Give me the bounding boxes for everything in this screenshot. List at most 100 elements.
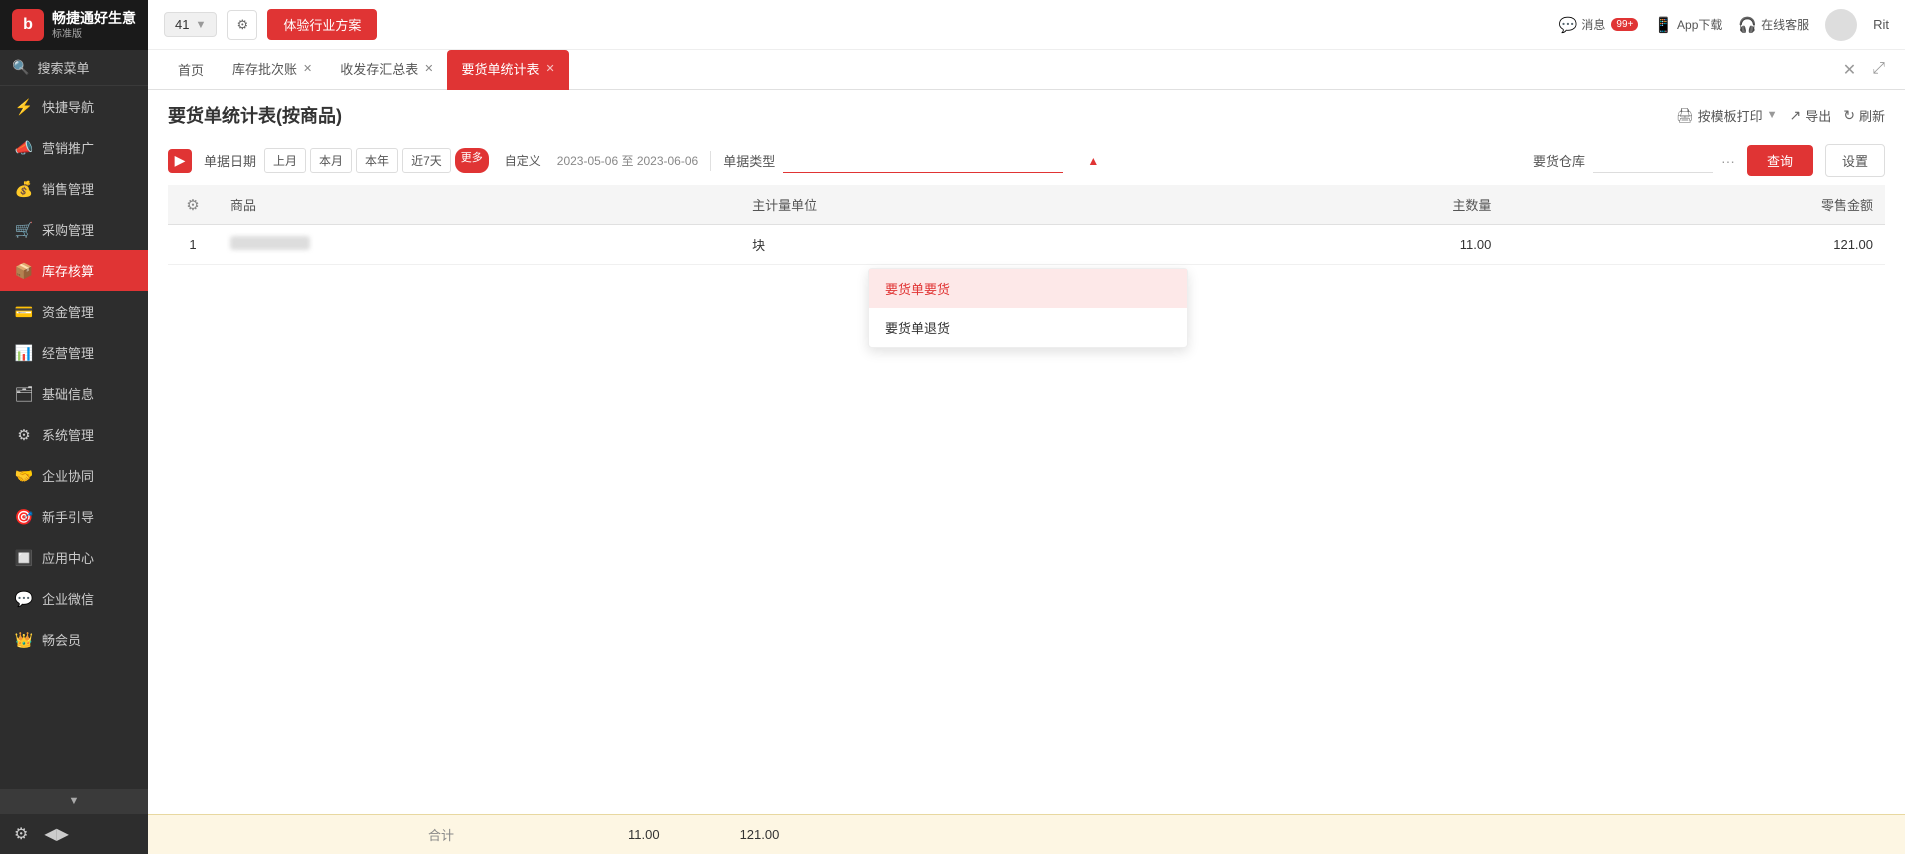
col-quantity: 主数量 (1187, 185, 1503, 225)
toggle-sidebar-icon[interactable]: ◀▶ (44, 824, 69, 844)
try-industry-button[interactable]: 体验行业方案 (267, 9, 377, 40)
sidebar-search[interactable]: 🔍 搜索菜单 (0, 50, 148, 86)
refresh-button[interactable]: ↻ 刷新 (1843, 106, 1885, 125)
close-all-tabs-icon[interactable]: ✕ (1839, 56, 1860, 84)
sidebar-item-quick[interactable]: ⚡ 快捷导航 (0, 86, 148, 127)
sidebar-item-label: 新手引导 (42, 507, 94, 526)
filter-bar: ▶ 单据日期 上月 本月 本年 近7天 更多 自定义 2023-05-06 至 … (148, 136, 1905, 185)
page-actions: 🖨 按模板打印 ▼ ↗ 导出 ↻ 刷新 (1676, 106, 1885, 125)
dropdown-item-requisition[interactable]: 要货单要货 (869, 269, 1187, 308)
date-label: 单据日期 (204, 151, 256, 170)
sales-icon: 💰 (14, 180, 34, 198)
sidebar-item-label: 库存核算 (42, 261, 94, 280)
product-name-blur (230, 236, 310, 250)
store-selector[interactable]: 41 ▼ (164, 12, 217, 37)
custom-date-button[interactable]: 自定义 (497, 149, 549, 172)
dropdown-item-return[interactable]: 要货单退货 (869, 308, 1187, 347)
sidebar-item-label: 采购管理 (42, 220, 94, 239)
sidebar-item-appstore[interactable]: 🔲 应用中心 (0, 537, 148, 578)
warehouse-more-icon[interactable]: ··· (1721, 153, 1735, 169)
sidebar-nav: ⚡ 快捷导航 📣 营销推广 💰 销售管理 🛒 采购管理 📦 库存核算 💳 资金管… (0, 86, 148, 789)
sidebar-item-inventory[interactable]: 📦 库存核算 (0, 250, 148, 291)
messages-badge: 99+ (1611, 18, 1638, 31)
footer-quantity: 11.00 (628, 827, 660, 842)
type-input[interactable] (783, 149, 1063, 173)
sidebar-item-purchase[interactable]: 🛒 采购管理 (0, 209, 148, 250)
column-settings-icon[interactable]: ⚙ (186, 197, 199, 214)
sidebar-item-label: 基础信息 (42, 384, 94, 403)
purchase-icon: 🛒 (14, 221, 34, 239)
sidebar-item-label: 企业协同 (42, 466, 94, 485)
expand-right-icon: ▶ (175, 152, 186, 169)
gear-icon: ⚙ (237, 17, 249, 33)
coop-icon: 🤝 (14, 467, 34, 485)
tab-close-icon[interactable]: ✕ (303, 62, 312, 75)
filter-divider (710, 151, 711, 171)
tab-summary[interactable]: 收发存汇总表 ✕ (326, 50, 447, 90)
export-button[interactable]: ↗ 导出 (1790, 106, 1832, 125)
sidebar-item-coop[interactable]: 🤝 企业协同 (0, 455, 148, 496)
messages-button[interactable]: 💬 消息 99+ (1559, 16, 1639, 34)
warehouse-input[interactable] (1593, 149, 1713, 173)
filter-expand-button[interactable]: ▶ (168, 149, 192, 173)
more-dates-badge[interactable]: 更多 (455, 148, 489, 173)
tab-requisition[interactable]: 要货单统计表 ✕ (447, 50, 568, 90)
table-footer: 合计 11.00 121.00 (148, 814, 1905, 854)
last-7-days-button[interactable]: 近7天 (402, 148, 451, 173)
type-input-wrapper: ▲ (783, 149, 1103, 173)
tabs-bar: 首页 库存批次账 ✕ 收发存汇总表 ✕ 要货单统计表 ✕ ✕ ⤢ (148, 50, 1905, 90)
this-year-button[interactable]: 本年 (356, 148, 398, 173)
online-service-button[interactable]: 🎧 在线客服 (1738, 16, 1809, 34)
topbar-right: 💬 消息 99+ 📱 App下载 🎧 在线客服 Rit (1559, 9, 1889, 41)
tab-close-icon[interactable]: ✕ (546, 62, 555, 75)
avatar[interactable] (1825, 9, 1857, 41)
search-icon: 🔍 (12, 59, 29, 76)
caret-up-icon[interactable]: ▲ (1087, 154, 1099, 168)
appstore-icon: 🔲 (14, 549, 34, 567)
settings-button[interactable]: 设置 (1825, 144, 1885, 177)
guide-icon: 🎯 (14, 508, 34, 526)
sidebar-item-member[interactable]: 👑 畅会员 (0, 619, 148, 660)
sidebar-scroll-down[interactable]: ▼ (0, 789, 148, 813)
sidebar-bottom: ⚙ ◀▶ (0, 813, 148, 854)
chevron-down-icon: ▼ (1767, 109, 1778, 121)
tab-close-icon[interactable]: ✕ (424, 62, 433, 75)
footer-amount: 121.00 (740, 827, 780, 842)
query-button[interactable]: 查询 (1747, 145, 1813, 176)
last-month-button[interactable]: 上月 (264, 148, 306, 173)
export-icon: ↗ (1790, 107, 1802, 124)
settings-icon[interactable]: ⚙ (14, 824, 28, 844)
tab-batch[interactable]: 库存批次账 ✕ (218, 50, 326, 90)
app-download-button[interactable]: 📱 App下载 (1654, 16, 1722, 34)
sidebar-item-label: 畅会员 (42, 630, 81, 649)
type-label: 单据类型 (723, 151, 775, 170)
logo-icon: b (12, 9, 44, 41)
print-button[interactable]: 🖨 按模板打印 ▼ (1676, 106, 1778, 125)
sidebar-item-operations[interactable]: 📊 经营管理 (0, 332, 148, 373)
sidebar-item-marketing[interactable]: 📣 营销推广 (0, 127, 148, 168)
row-index: 1 (168, 225, 218, 265)
row-unit: 块 (740, 225, 1187, 265)
date-range-text: 2023-05-06 至 2023-06-06 (557, 152, 698, 169)
type-filter-group: 单据类型 ▲ (723, 149, 1521, 173)
expand-icon[interactable]: ⤢ (1868, 56, 1889, 84)
topbar-settings-button[interactable]: ⚙ (227, 10, 257, 40)
sidebar-item-sales[interactable]: 💰 销售管理 (0, 168, 148, 209)
sidebar-item-label: 快捷导航 (42, 97, 94, 116)
sidebar-item-wechat[interactable]: 💬 企业微信 (0, 578, 148, 619)
footer-label: 合计 (428, 825, 628, 844)
sidebar-item-basic[interactable]: 🗂 基础信息 (0, 373, 148, 414)
operations-icon: 📊 (14, 344, 34, 362)
row-quantity: 11.00 (1187, 225, 1503, 265)
finance-icon: 💳 (14, 303, 34, 321)
sidebar-item-guide[interactable]: 🎯 新手引导 (0, 496, 148, 537)
tab-home[interactable]: 首页 (164, 60, 218, 79)
logo-text: 畅捷通好生意 标准版 (52, 9, 136, 40)
search-label: 搜索菜单 (37, 58, 89, 77)
sidebar: b 畅捷通好生意 标准版 🔍 搜索菜单 ⚡ 快捷导航 📣 营销推广 💰 销售管理… (0, 0, 148, 854)
sidebar-item-system[interactable]: ⚙ 系统管理 (0, 414, 148, 455)
sidebar-item-finance[interactable]: 💳 资金管理 (0, 291, 148, 332)
this-month-button[interactable]: 本月 (310, 148, 352, 173)
data-table: ⚙ 商品 主计量单位 主数量 零售金额 (168, 185, 1885, 265)
wechat-icon: 💬 (14, 590, 34, 608)
